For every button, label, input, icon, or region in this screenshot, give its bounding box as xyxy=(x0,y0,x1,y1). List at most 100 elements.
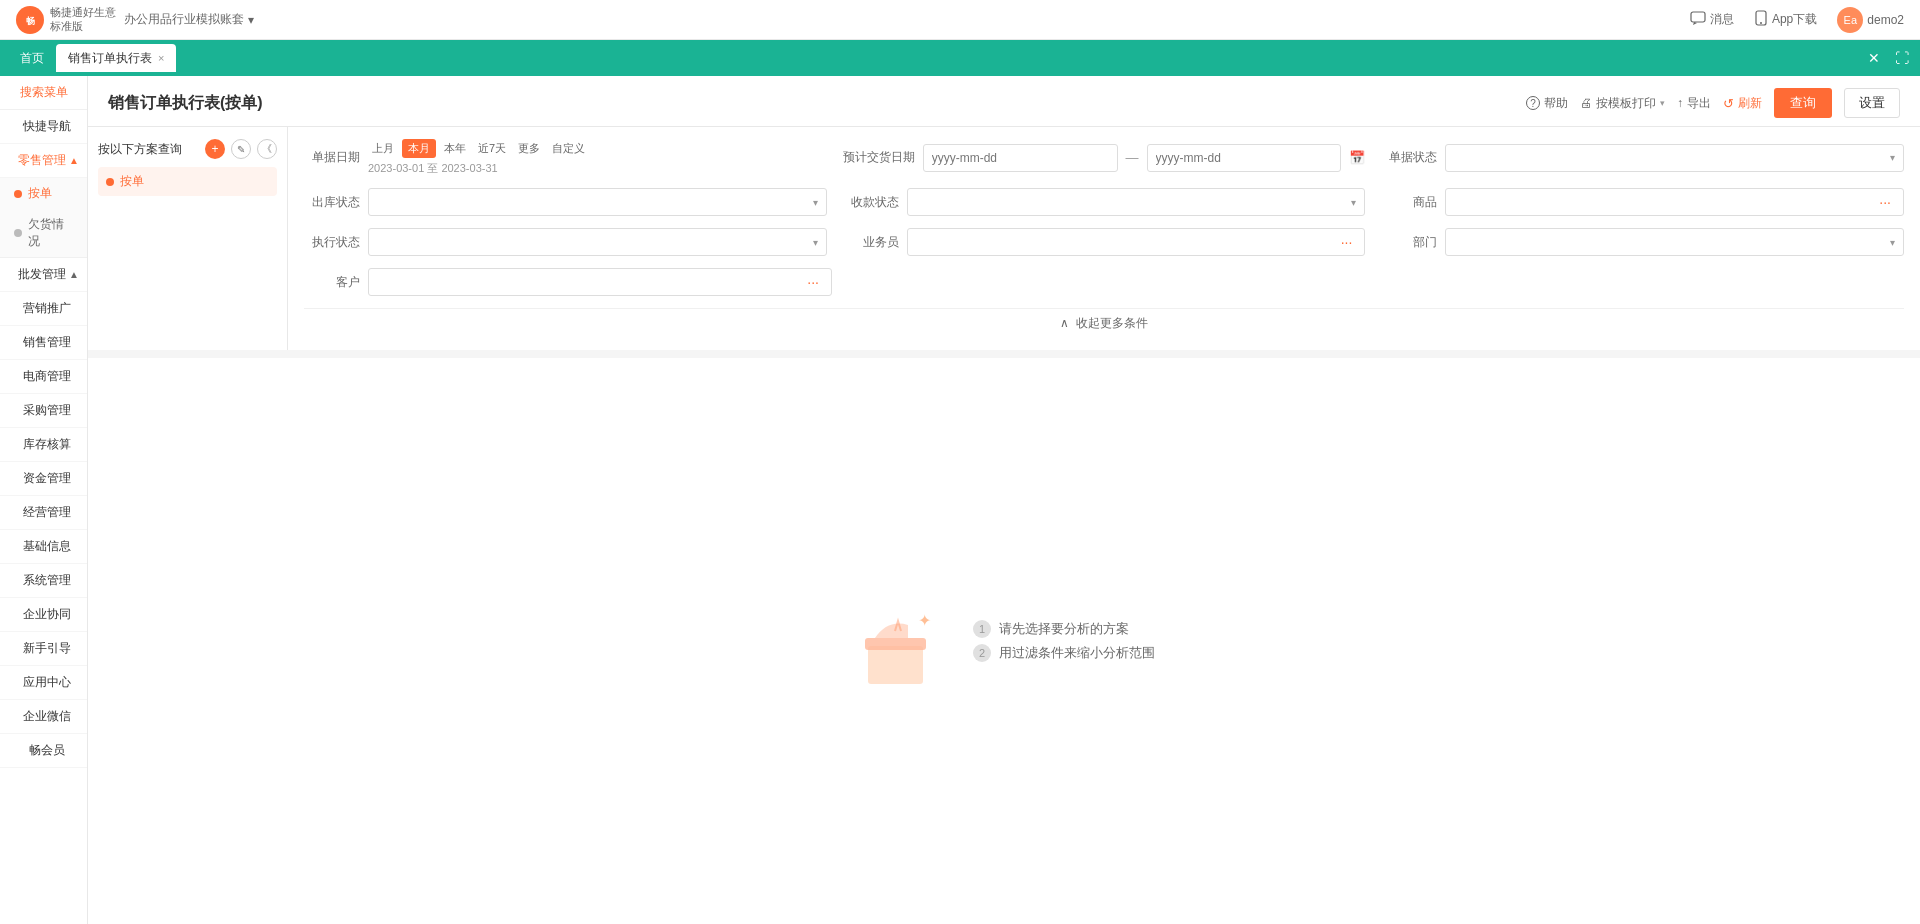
logo-area: 畅 畅捷通好生意 标准版 xyxy=(16,6,116,34)
help-icon: ? xyxy=(1526,96,1540,110)
date-tabs: 上月 本月 本年 近7天 更多 自定义 xyxy=(368,139,589,158)
collapse-plan-button[interactable]: 《 xyxy=(257,139,277,159)
sidebar-item-wechat[interactable]: 企业微信 xyxy=(0,700,87,734)
filter-group-out-status: 出库状态 ▾ xyxy=(304,188,827,216)
print-icon: 🖨 xyxy=(1580,96,1592,110)
calendar-icon: 📅 xyxy=(1349,150,1365,165)
filter-group-salesperson: 业务员 ··· xyxy=(843,228,1366,256)
sidebar-item-marketing[interactable]: 营销推广 xyxy=(0,292,87,326)
out-status-arrow-icon: ▾ xyxy=(813,197,818,208)
help-button[interactable]: ? 帮助 xyxy=(1526,95,1568,112)
sidebar-item-quick-nav[interactable]: 快捷导航 xyxy=(0,110,87,144)
filter-group-date: 单据日期 上月 本月 本年 近7天 更多 自定义 xyxy=(304,139,827,176)
tab-bar: 首页 销售订单执行表 × ✕ ⛶ xyxy=(0,40,1920,76)
date-tab-this-month[interactable]: 本月 xyxy=(402,139,436,158)
empty-illustration: ✦ xyxy=(853,601,933,681)
dept-arrow-icon: ▾ xyxy=(1890,237,1895,248)
page-title-row: 销售订单执行表(按单) ? 帮助 🖨 按模板打印 ▾ ↑ 导出 xyxy=(108,88,1900,118)
content-area: 销售订单执行表(按单) ? 帮助 🖨 按模板打印 ▾ ↑ 导出 xyxy=(88,76,1920,924)
receipt-status-label: 收款状态 xyxy=(843,194,899,211)
salesperson-dots-icon[interactable]: ··· xyxy=(1337,234,1357,250)
sidebar-item-basic-info[interactable]: 基础信息 xyxy=(0,530,87,564)
collapse-bar[interactable]: ∧ 收起更多条件 xyxy=(304,308,1904,338)
tip-2-number: 2 xyxy=(973,644,991,662)
dept-select[interactable]: ▾ xyxy=(1445,228,1904,256)
date-tab-more[interactable]: 更多 xyxy=(514,139,544,158)
salesperson-label: 业务员 xyxy=(843,234,899,251)
sidebar-item-ecommerce[interactable]: 电商管理 xyxy=(0,360,87,394)
expected-date-to-input[interactable] xyxy=(1147,144,1342,172)
goods-dots-icon[interactable]: ··· xyxy=(1875,194,1895,210)
export-button[interactable]: ↑ 导出 xyxy=(1677,95,1711,112)
date-tab-custom[interactable]: 自定义 xyxy=(548,139,589,158)
tab-sales-order[interactable]: 销售订单执行表 × xyxy=(56,44,176,72)
app-download-button[interactable]: App下载 xyxy=(1754,10,1817,29)
goods-select[interactable]: ··· xyxy=(1445,188,1904,216)
edit-plan-button[interactable]: ✎ xyxy=(231,139,251,159)
sidebar-item-inventory[interactable]: 库存核算 xyxy=(0,428,87,462)
sidebar-item-system[interactable]: 系统管理 xyxy=(0,564,87,598)
refresh-button[interactable]: ↺ 刷新 xyxy=(1723,95,1762,112)
close-window-button[interactable]: ✕ xyxy=(1864,48,1884,68)
wholesale-arrow-icon: ▲ xyxy=(69,269,79,280)
collapse-arrow-icon: ∧ xyxy=(1060,316,1069,330)
sidebar-sub-item-order[interactable]: 按单 xyxy=(0,178,87,209)
exec-status-select[interactable]: ▾ xyxy=(368,228,827,256)
tab-bar-actions: ✕ ⛶ xyxy=(1864,48,1912,68)
sidebar-sub-item-backorder[interactable]: 欠货情况 xyxy=(0,209,87,257)
sidebar-item-operations[interactable]: 经营管理 xyxy=(0,496,87,530)
filter-group-dept: 部门 ▾ xyxy=(1381,228,1904,256)
sidebar-item-enterprise[interactable]: 企业协同 xyxy=(0,598,87,632)
nav-dropdown[interactable]: 办公用品行业模拟账套 ▾ xyxy=(124,11,254,28)
empty-content: ✦ 1 请先选择要分析的方案 2 用过滤条件来缩小分析范围 xyxy=(853,601,1155,681)
filter-group-expected-date: 预计交货日期 — 📅 xyxy=(843,144,1366,172)
retail-arrow-icon: ▲ xyxy=(69,155,79,166)
filter-left: 按以下方案查询 + ✎ 《 按单 xyxy=(88,127,288,350)
sidebar-item-apps[interactable]: 应用中心 xyxy=(0,666,87,700)
settings-button[interactable]: 设置 xyxy=(1844,88,1900,118)
print-button[interactable]: 🖨 按模板打印 ▾ xyxy=(1580,95,1665,112)
plan-dot-icon xyxy=(106,178,114,186)
export-icon: ↑ xyxy=(1677,96,1683,110)
date-tab-7days[interactable]: 近7天 xyxy=(474,139,510,158)
customer-dots-icon[interactable]: ··· xyxy=(803,274,823,290)
tip-1-number: 1 xyxy=(973,620,991,638)
tab-home[interactable]: 首页 xyxy=(8,44,56,72)
filter-plan-title: 按以下方案查询 + ✎ 《 xyxy=(98,139,277,159)
exec-status-label: 执行状态 xyxy=(304,234,360,251)
print-dropdown-icon: ▾ xyxy=(1660,98,1665,108)
receipt-status-select[interactable]: ▾ xyxy=(907,188,1366,216)
out-status-select[interactable]: ▾ xyxy=(368,188,827,216)
sidebar-item-wholesale[interactable]: 批发管理 ▲ xyxy=(0,258,87,292)
sidebar-item-retail[interactable]: 零售管理 ▲ xyxy=(0,144,87,178)
user-profile[interactable]: Ea demo2 xyxy=(1837,7,1904,33)
date-tab-last-month[interactable]: 上月 xyxy=(368,139,398,158)
filter-group-exec-status: 执行状态 ▾ xyxy=(304,228,827,256)
filter-group-single-status: 单据状态 ▾ xyxy=(1381,144,1904,172)
single-status-select[interactable]: ▾ xyxy=(1445,144,1904,172)
date-range-text: 2023-03-01 至 2023-03-31 xyxy=(368,161,827,176)
plan-item-order[interactable]: 按单 xyxy=(98,167,277,196)
refresh-icon: ↺ xyxy=(1723,96,1734,111)
order-dot-icon xyxy=(14,190,22,198)
add-plan-button[interactable]: + xyxy=(205,139,225,159)
salesperson-select[interactable]: ··· xyxy=(907,228,1366,256)
query-button[interactable]: 查询 xyxy=(1774,88,1832,118)
svg-rect-5 xyxy=(868,646,923,684)
date-tab-this-year[interactable]: 本年 xyxy=(440,139,470,158)
sidebar-item-finance[interactable]: 资金管理 xyxy=(0,462,87,496)
sidebar-item-newcomer[interactable]: 新手引导 xyxy=(0,632,87,666)
sidebar-item-sales[interactable]: 销售管理 xyxy=(0,326,87,360)
sidebar-sub-retail: 按单 欠货情况 xyxy=(0,178,87,258)
sidebar-item-purchase[interactable]: 采购管理 xyxy=(0,394,87,428)
sidebar-item-member[interactable]: 畅会员 xyxy=(0,734,87,768)
sidebar-search[interactable]: 搜索菜单 xyxy=(0,76,87,110)
tab-close-icon[interactable]: × xyxy=(158,52,164,64)
app-logo: 畅 xyxy=(16,6,44,34)
exec-status-arrow-icon: ▾ xyxy=(813,237,818,248)
message-button[interactable]: 消息 xyxy=(1690,10,1734,29)
empty-tip-1: 1 请先选择要分析的方案 xyxy=(973,620,1155,638)
expected-date-from-input[interactable] xyxy=(923,144,1118,172)
customer-select[interactable]: ··· xyxy=(368,268,832,296)
maximize-window-button[interactable]: ⛶ xyxy=(1892,48,1912,68)
